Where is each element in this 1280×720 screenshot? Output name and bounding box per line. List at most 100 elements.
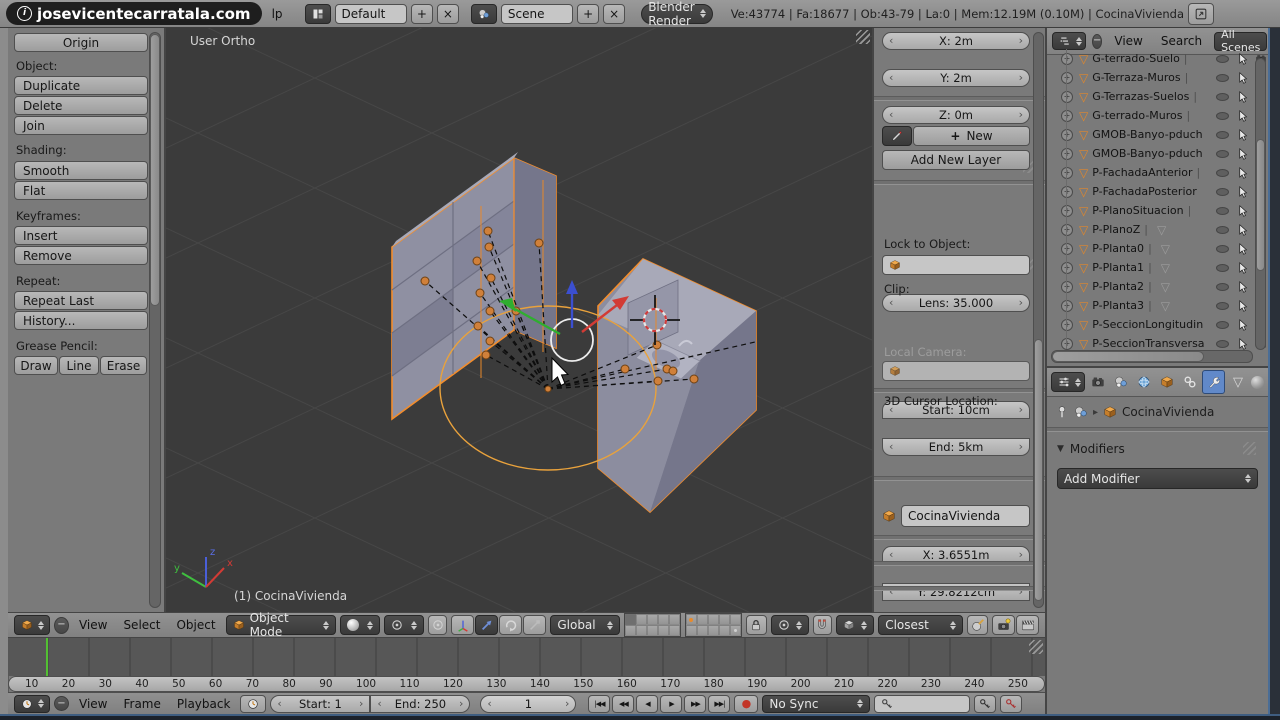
snap-element-dropdown[interactable] bbox=[836, 615, 875, 635]
object-name[interactable]: P-FachadaAnterior bbox=[1092, 166, 1192, 179]
add-new-layer-button[interactable]: Add New Layer bbox=[882, 150, 1030, 170]
layer-cell[interactable] bbox=[668, 625, 680, 636]
outliner-row[interactable]: + ▽GMOB-Banyo-pduch bbox=[1047, 125, 1268, 144]
selectable-icon[interactable] bbox=[1234, 338, 1249, 350]
transform-orientation-dropdown[interactable]: Global bbox=[550, 615, 620, 635]
expand-icon[interactable]: + bbox=[1061, 280, 1073, 293]
layer-cell[interactable] bbox=[646, 625, 658, 636]
outliner-row[interactable]: + ▽G-Terrazas-Suelos | bbox=[1047, 87, 1268, 106]
scene-field[interactable]: Scene bbox=[500, 3, 574, 24]
add-scene-button[interactable]: + bbox=[577, 3, 600, 24]
menu-view[interactable]: View bbox=[1108, 34, 1148, 48]
screen-layout-field[interactable]: Default bbox=[334, 3, 407, 24]
visibility-icon[interactable] bbox=[1215, 54, 1230, 63]
visibility-icon[interactable] bbox=[1215, 92, 1230, 101]
selectable-icon[interactable] bbox=[1234, 262, 1249, 274]
tab-constraints[interactable] bbox=[1179, 371, 1200, 393]
snap-target-dropdown[interactable]: Closest bbox=[878, 615, 964, 635]
expand-icon[interactable]: + bbox=[1061, 90, 1073, 103]
layer-cell[interactable] bbox=[707, 614, 719, 625]
layer-cell[interactable] bbox=[707, 625, 719, 636]
tab-object-data[interactable]: ▽ bbox=[1227, 371, 1248, 393]
current-frame-line[interactable] bbox=[46, 638, 48, 676]
delete-button[interactable]: Delete bbox=[14, 96, 148, 115]
object-name[interactable]: G-Terrazas-Suelos bbox=[1092, 90, 1189, 103]
panel-grip[interactable] bbox=[1243, 442, 1256, 455]
menu-view[interactable]: View bbox=[73, 697, 113, 711]
menu-search[interactable]: Search bbox=[1155, 34, 1208, 48]
expand-icon[interactable]: + bbox=[1061, 52, 1073, 65]
manipulator-scale-toggle[interactable] bbox=[523, 615, 547, 635]
visibility-icon[interactable] bbox=[1215, 244, 1230, 253]
layer-cell[interactable] bbox=[685, 625, 697, 636]
layer-cell[interactable] bbox=[635, 625, 647, 636]
expand-icon[interactable]: + bbox=[1061, 223, 1073, 236]
selectable-icon[interactable] bbox=[1234, 186, 1249, 198]
gp-draw-mode-button[interactable] bbox=[882, 126, 912, 146]
expand-icon[interactable]: + bbox=[1061, 109, 1073, 122]
selectable-icon[interactable] bbox=[1234, 53, 1249, 65]
manipulator-translate-toggle[interactable] bbox=[475, 615, 499, 635]
selectable-icon[interactable] bbox=[1234, 72, 1249, 84]
editor-type-3dview-dropdown[interactable] bbox=[14, 615, 50, 635]
object-name[interactable]: G-Terraza-Muros bbox=[1092, 71, 1180, 84]
smooth-button[interactable]: Smooth bbox=[14, 161, 148, 180]
screen-layout-icon-button[interactable] bbox=[304, 3, 331, 24]
editor-type-properties-dropdown[interactable] bbox=[1051, 372, 1085, 392]
join-button[interactable]: Join bbox=[14, 116, 148, 135]
lock-to-scene-toggle[interactable] bbox=[745, 615, 767, 635]
delete-keyframes-button[interactable] bbox=[1000, 694, 1023, 713]
object-name[interactable]: P-FachadaPosterior bbox=[1092, 185, 1197, 198]
frame-start-field[interactable]: Start: 1 bbox=[270, 694, 371, 713]
visibility-icon[interactable] bbox=[1215, 339, 1230, 348]
layer-cell[interactable] bbox=[624, 614, 636, 625]
manipulator-rotate-toggle[interactable] bbox=[499, 615, 523, 635]
expand-icon[interactable]: + bbox=[1061, 261, 1073, 274]
proportional-edit-dropdown[interactable] bbox=[770, 615, 809, 635]
menu-object[interactable]: Object bbox=[170, 618, 221, 632]
tab-material[interactable] bbox=[1250, 371, 1264, 393]
record-button[interactable]: ● bbox=[734, 694, 759, 713]
layer-cell[interactable] bbox=[635, 614, 647, 625]
object-cube-icon[interactable] bbox=[1103, 405, 1117, 419]
menu-select[interactable]: Select bbox=[117, 618, 166, 632]
outliner-row[interactable]: + ▽P-PlanoSituacion | bbox=[1047, 201, 1268, 220]
gp-erase-button[interactable]: Erase bbox=[100, 356, 147, 375]
object-name[interactable]: P-PlanoZ bbox=[1092, 223, 1140, 236]
counter-object[interactable] bbox=[597, 258, 757, 514]
scene-icon[interactable] bbox=[1074, 405, 1088, 419]
outliner-row[interactable]: +▽P-Planta2|▽ bbox=[1047, 277, 1268, 296]
layer-cell[interactable] bbox=[657, 614, 669, 625]
tool-shelf-scrollbar[interactable] bbox=[149, 32, 161, 608]
frame-end-field[interactable]: End: 250 bbox=[370, 694, 471, 713]
visibility-icon[interactable] bbox=[1215, 149, 1230, 158]
repeat-last-button[interactable]: Repeat Last bbox=[14, 291, 148, 310]
visibility-icon[interactable] bbox=[1215, 168, 1230, 177]
object-name[interactable]: P-Planta3 bbox=[1092, 299, 1144, 312]
selectable-icon[interactable] bbox=[1234, 300, 1249, 312]
visibility-icon[interactable] bbox=[1215, 263, 1230, 272]
expand-icon[interactable]: + bbox=[1061, 147, 1073, 160]
item-name-field[interactable]: CocinaVivienda bbox=[901, 505, 1030, 527]
n-panel-scrollbar[interactable] bbox=[1033, 32, 1044, 608]
lens-slider[interactable]: Lens: 35.000 bbox=[882, 294, 1030, 312]
expand-icon[interactable]: + bbox=[1061, 185, 1073, 198]
expand-icon[interactable]: + bbox=[1061, 318, 1073, 331]
playback-button[interactable]: ◀◀ bbox=[612, 694, 635, 713]
outliner-row[interactable]: + ▽G-terrado-Muros | bbox=[1047, 106, 1268, 125]
tool-shelf-scrollbar-thumb[interactable] bbox=[150, 34, 160, 306]
cabinet-object[interactable] bbox=[391, 152, 557, 421]
playback-button[interactable]: ▶▶| bbox=[708, 694, 731, 713]
layers-group-2[interactable] bbox=[684, 613, 742, 637]
layer-cell[interactable] bbox=[657, 625, 669, 636]
layer-cell[interactable] bbox=[729, 625, 741, 636]
local-camera-field[interactable] bbox=[882, 361, 1030, 381]
breadcrumb-object-name[interactable]: CocinaVivienda bbox=[1122, 405, 1214, 419]
tab-world[interactable] bbox=[1133, 371, 1154, 393]
tab-object[interactable] bbox=[1156, 371, 1177, 393]
object-name[interactable]: P-Planta2 bbox=[1092, 280, 1144, 293]
pin-icon[interactable] bbox=[1055, 405, 1069, 419]
outliner-row[interactable]: +▽P-Planta3|▽ bbox=[1047, 296, 1268, 315]
menu-playback[interactable]: Playback bbox=[171, 697, 237, 711]
origin-button[interactable]: Origin bbox=[14, 33, 148, 52]
